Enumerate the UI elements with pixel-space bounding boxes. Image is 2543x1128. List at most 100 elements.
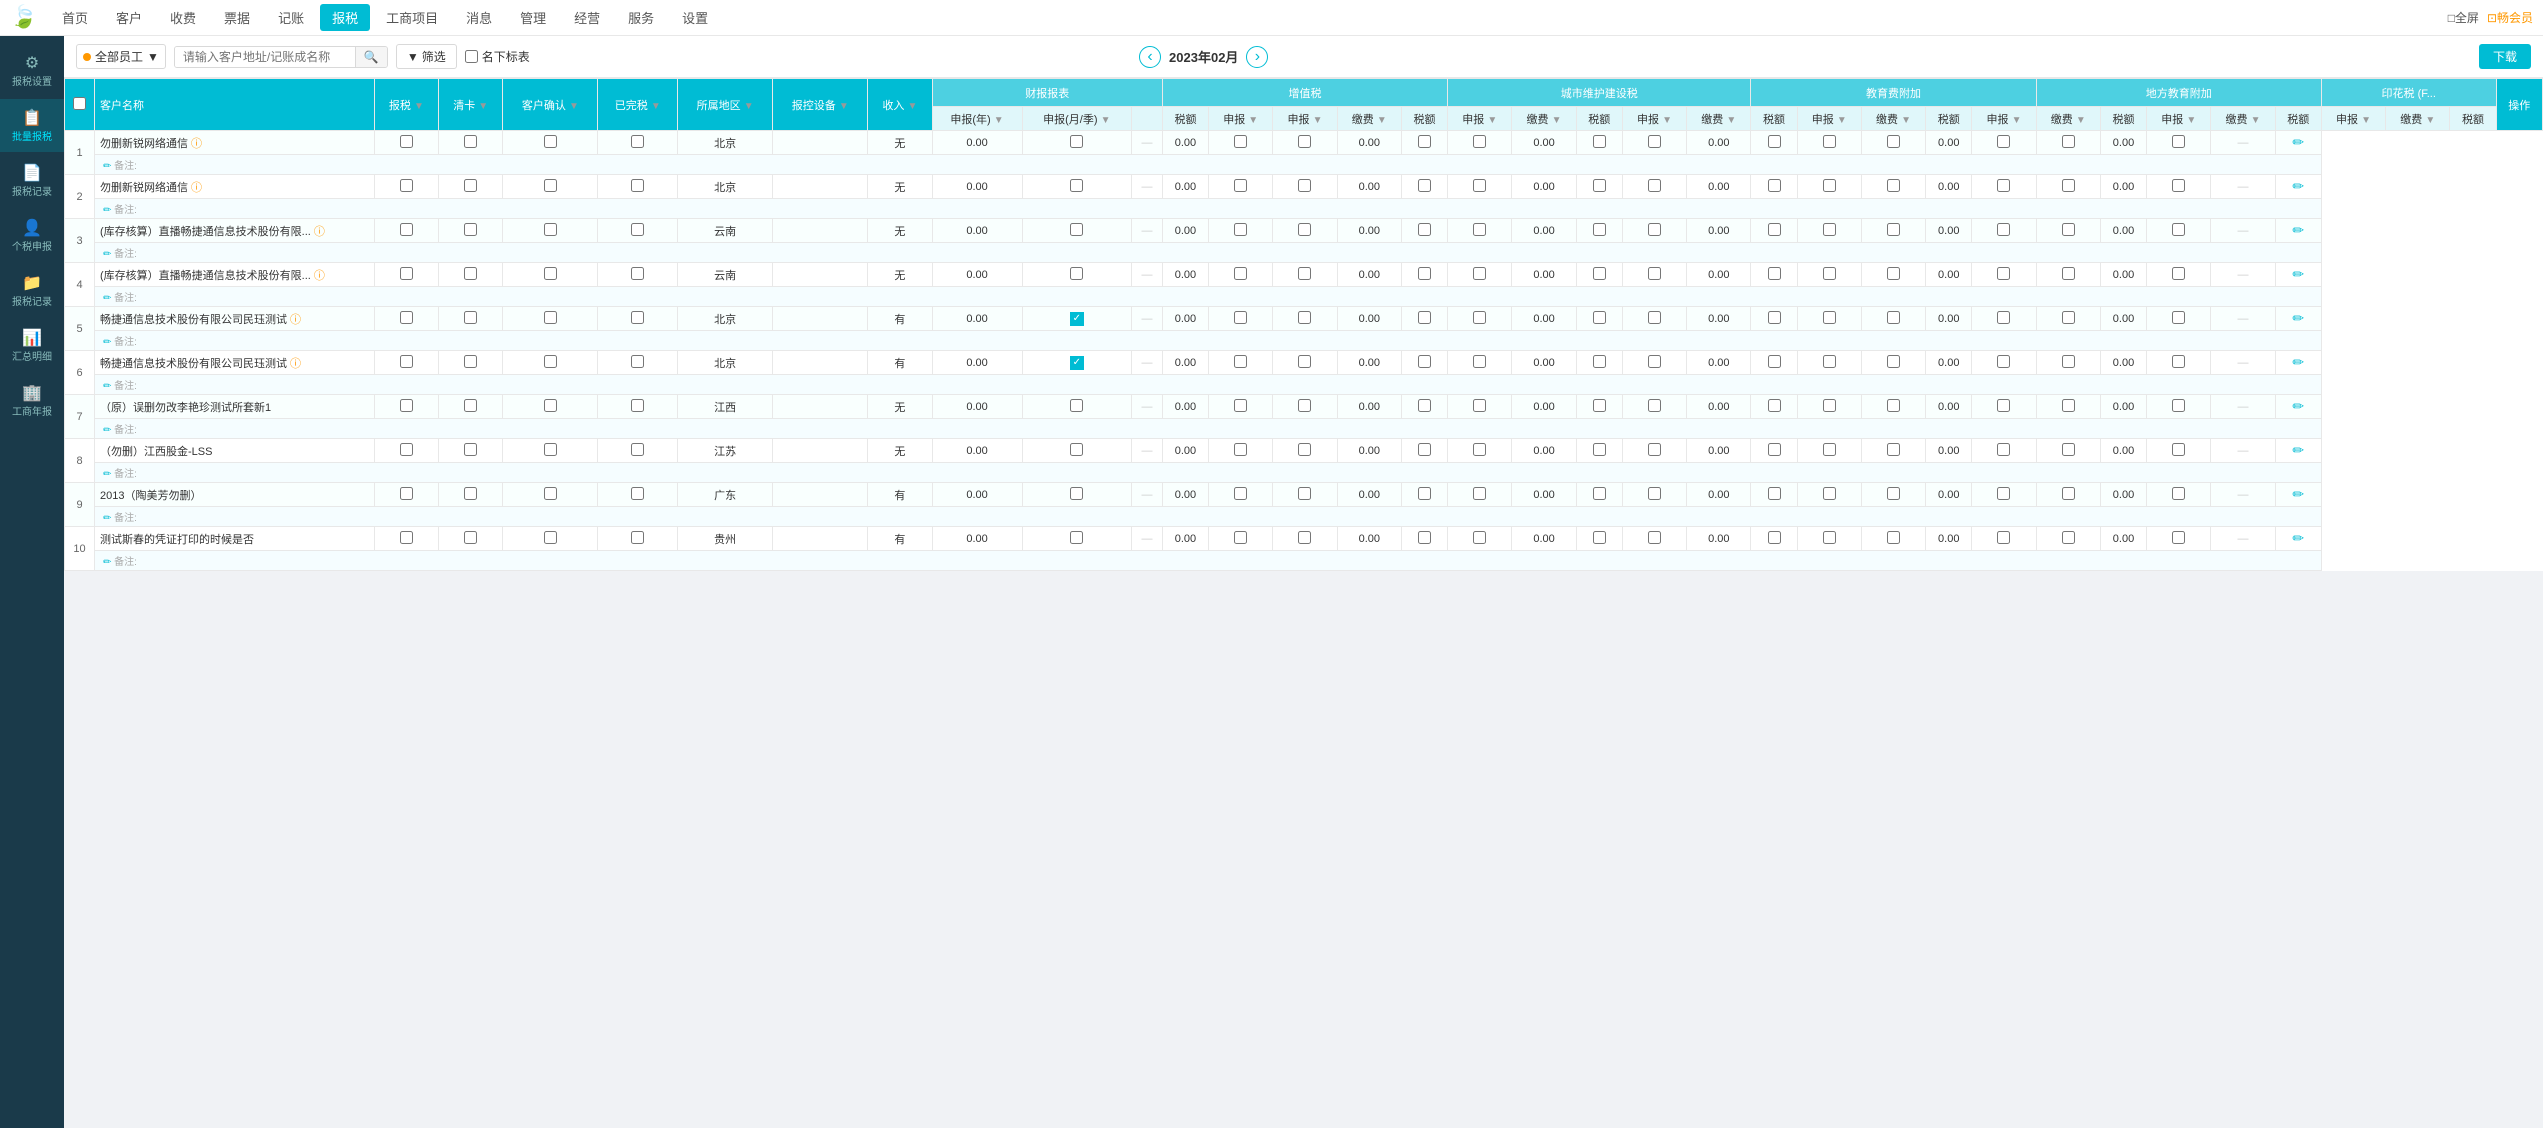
warning-icon[interactable]: ⓘ [314, 226, 325, 238]
remark-row: ✏ 备注: [65, 199, 2543, 219]
nav-baoshu[interactable]: 报税 [320, 4, 370, 31]
filter-button[interactable]: ▼ 筛选 [396, 44, 457, 69]
cell-edit[interactable]: ✏ [2275, 131, 2321, 155]
cell-edit[interactable]: ✏ [2275, 219, 2321, 243]
download-button[interactable]: 下载 [2479, 44, 2531, 69]
batch-tax-icon: 📋 [21, 107, 43, 129]
cell-value: 0.00 [932, 527, 1022, 551]
warning-icon[interactable]: ⓘ [314, 270, 325, 282]
cell-diqu: 江苏 [678, 439, 773, 463]
pencil-small-icon[interactable]: ✏ [103, 205, 111, 216]
employee-filter-label: 全部员工 [95, 48, 143, 65]
pencil-small-icon[interactable]: ✏ [103, 337, 111, 348]
cell-yiwanshu [598, 483, 678, 507]
nav-guanli[interactable]: 管理 [508, 4, 558, 31]
member-btn[interactable]: ⊡畅会员 [2487, 9, 2533, 26]
cell-df-cb3 [2036, 395, 2100, 419]
cell-edit[interactable]: ✏ [2275, 351, 2321, 375]
nav-gongshang[interactable]: 工商项目 [374, 4, 450, 31]
sidebar-item-huizongmingxi[interactable]: 📊 汇总明细 [0, 319, 64, 372]
pencil-small-icon[interactable]: ✏ [103, 161, 111, 172]
warning-icon[interactable]: ⓘ [191, 138, 202, 150]
remark-row: ✏ 备注: [65, 243, 2543, 263]
cell-df-cb1 [1861, 351, 1925, 375]
cell-caibao-cb [1022, 219, 1132, 243]
col-caibao-nian: 申报(年) ▼ [932, 107, 1022, 131]
cell-cw-val: 0.00 [1512, 307, 1576, 331]
warning-icon[interactable]: ⓘ [290, 314, 301, 326]
cell-zzs-cb2 [1273, 307, 1337, 331]
pencil-small-icon[interactable]: ✏ [103, 513, 111, 524]
cell-yh-dash: — [2211, 395, 2275, 419]
pencil-small-icon[interactable]: ✏ [103, 381, 111, 392]
nav-shezhi[interactable]: 设置 [670, 4, 720, 31]
cell-zzs-cb2 [1273, 439, 1337, 463]
col-header-shouru: 收入 ▼ [868, 79, 932, 131]
cell-cw-val: 0.00 [1512, 219, 1576, 243]
nav-right: □全屏 ⊡畅会员 [2448, 9, 2533, 26]
cell-caibao-dash: — [1132, 527, 1163, 551]
nav-fuwu[interactable]: 服务 [616, 4, 666, 31]
cell-edit[interactable]: ✏ [2275, 175, 2321, 199]
row-no: 3 [65, 219, 95, 263]
pencil-small-icon[interactable]: ✏ [103, 557, 111, 568]
col-group-caibao: 财报报表 [932, 79, 1162, 107]
cell-cw-val: 0.00 [1512, 527, 1576, 551]
nav-jizhang[interactable]: 记账 [266, 4, 316, 31]
nav-home[interactable]: 首页 [50, 4, 100, 31]
cell-caibao-dash: — [1132, 131, 1163, 155]
pencil-small-icon[interactable]: ✏ [103, 469, 111, 480]
cell-edit[interactable]: ✏ [2275, 263, 2321, 287]
col-cw-jiaofei2: 缴费 ▼ [1687, 107, 1751, 131]
remark-row: ✏ 备注: [65, 331, 2543, 351]
sidebar-item-gerenzhongbao[interactable]: 👤 个税申报 [0, 209, 64, 262]
cell-shouru: 无 [868, 175, 932, 199]
cell-cw-cb1 [1401, 219, 1447, 243]
table-scroll-container[interactable]: 客户名称 报税 ▼ 清卡 ▼ 客户确认 ▼ 已完税 ▼ 所属地区 ▼ 报控设备 … [64, 78, 2543, 1126]
cell-df-cb3 [2036, 351, 2100, 375]
cell-jy-cb3 [1797, 175, 1861, 199]
employee-filter[interactable]: 全部员工 ▼ [76, 44, 166, 69]
select-all-checkbox[interactable] [73, 97, 86, 110]
cell-df-cb1 [1861, 439, 1925, 463]
mingxia-checkbox[interactable] [465, 50, 478, 63]
search-button[interactable]: 🔍 [355, 47, 387, 67]
cell-jy-val: 0.00 [1687, 395, 1751, 419]
col-cw-shenbao2: 申报 ▼ [1622, 107, 1686, 131]
nav-jingying[interactable]: 经营 [562, 4, 612, 31]
pencil-small-icon[interactable]: ✏ [103, 425, 111, 436]
nav-xiaoxi[interactable]: 消息 [454, 4, 504, 31]
cell-jy-cb2 [1751, 483, 1797, 507]
cell-shebei [773, 175, 868, 199]
pencil-small-icon[interactable]: ✏ [103, 249, 111, 260]
warning-icon[interactable]: ⓘ [290, 358, 301, 370]
col-caibao-yueji: 申报(月/季) ▼ [1022, 107, 1132, 131]
cell-zzs-val: 0.00 [1162, 175, 1208, 199]
mingxia-checkbox-label[interactable]: 名下标表 [465, 48, 530, 65]
cell-zzs-val: 0.00 [1162, 219, 1208, 243]
cell-edit[interactable]: ✏ [2275, 527, 2321, 551]
sidebar-item-baoshuishezhi[interactable]: ⚙ 报税设置 [0, 44, 64, 97]
nav-shoufei[interactable]: 收费 [158, 4, 208, 31]
sidebar-item-baoshuijilu[interactable]: 📁 报税记录 [0, 264, 64, 317]
sidebar-item-baoshuijilan[interactable]: 📄 报税记录 [0, 154, 64, 207]
col-jy-shue: 税额 [1751, 107, 1797, 131]
cell-edit[interactable]: ✏ [2275, 439, 2321, 463]
sidebar-item-gonghrongnianb[interactable]: 🏢 工商年报 [0, 374, 64, 427]
sidebar-item-piliangbaoshu[interactable]: 📋 批量报税 [0, 99, 64, 152]
warning-icon[interactable]: ⓘ [191, 182, 202, 194]
cell-edit[interactable]: ✏ [2275, 307, 2321, 331]
cell-cw-val: 0.00 [1512, 131, 1576, 155]
nav-customer[interactable]: 客户 [104, 4, 154, 31]
search-input[interactable] [175, 47, 355, 67]
col-cw-shue: 税额 [1576, 107, 1622, 131]
cell-value: 0.00 [932, 307, 1022, 331]
fullscreen-btn[interactable]: □全屏 [2448, 9, 2479, 26]
pencil-small-icon[interactable]: ✏ [103, 293, 111, 304]
prev-month-button[interactable]: ‹ [1139, 46, 1161, 68]
cell-edit[interactable]: ✏ [2275, 483, 2321, 507]
cell-baoshu [374, 439, 438, 463]
nav-piaoju[interactable]: 票据 [212, 4, 262, 31]
next-month-button[interactable]: › [1246, 46, 1268, 68]
cell-edit[interactable]: ✏ [2275, 395, 2321, 419]
